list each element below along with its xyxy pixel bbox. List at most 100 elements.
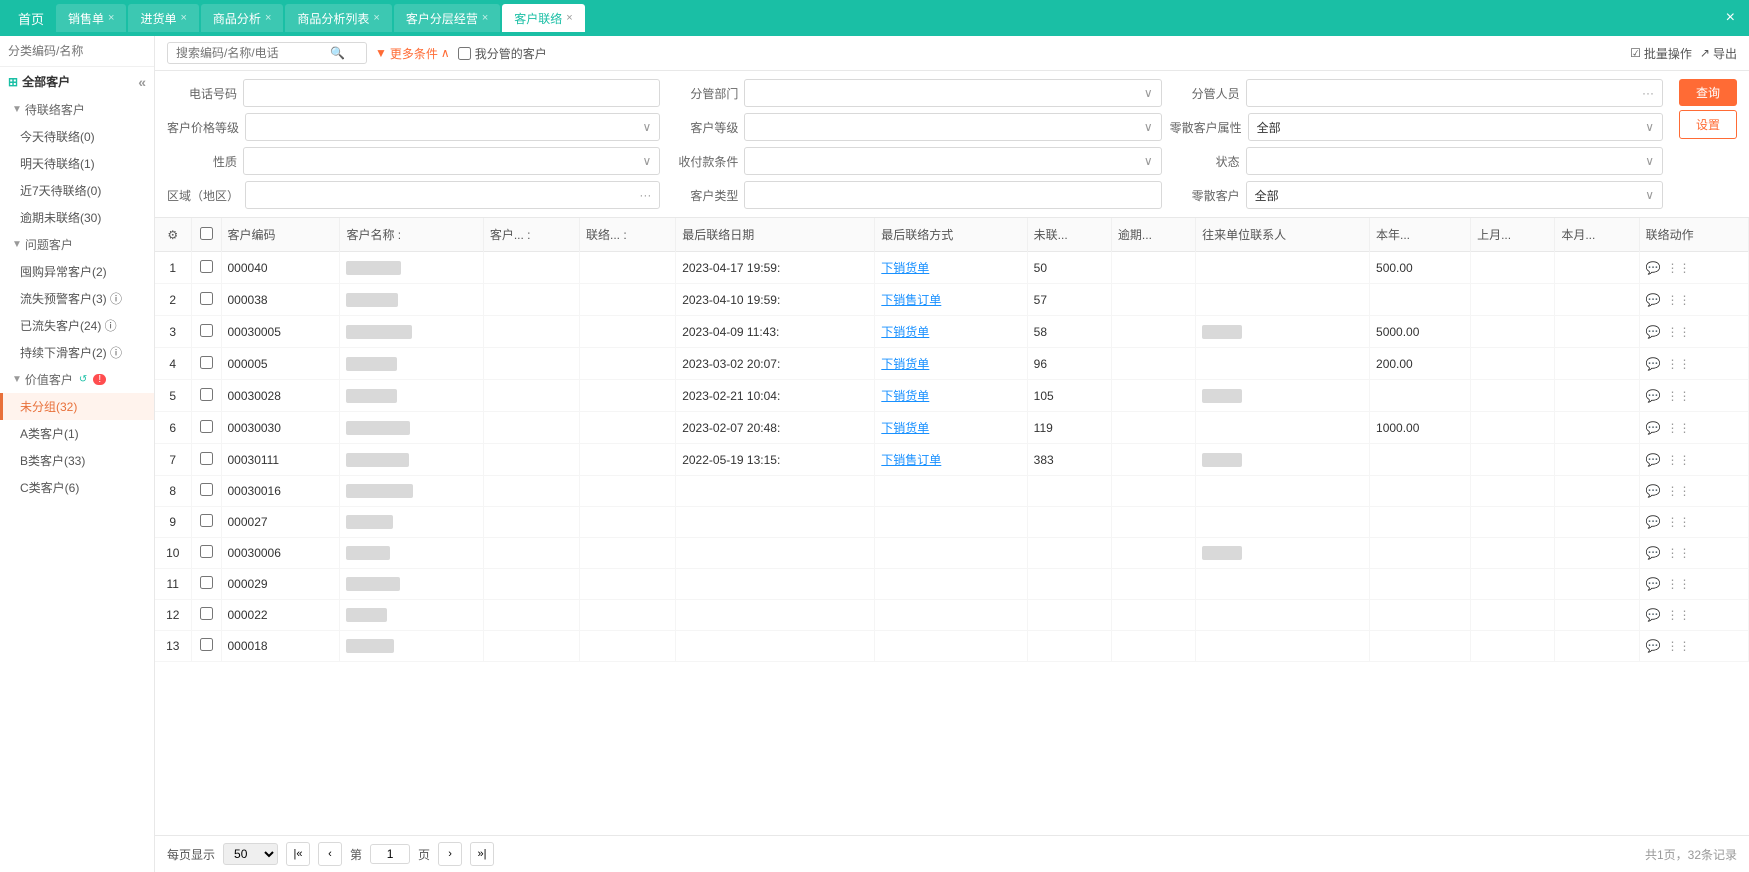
- menu-icon[interactable]: ⋮⋮: [1667, 325, 1691, 339]
- row-checkbox[interactable]: [200, 514, 213, 527]
- cell-check[interactable]: [191, 284, 221, 316]
- cell-last-type[interactable]: 下销货单: [875, 348, 1027, 380]
- menu-icon[interactable]: ⋮⋮: [1667, 421, 1691, 435]
- menu-icon[interactable]: ⋮⋮: [1667, 261, 1691, 275]
- menu-icon[interactable]: ⋮⋮: [1667, 484, 1691, 498]
- price-level-select[interactable]: ∨: [245, 113, 660, 141]
- sidebar-group-value[interactable]: ▼ 价值客户 ↺ !: [0, 366, 154, 393]
- menu-icon[interactable]: ⋮⋮: [1667, 546, 1691, 560]
- chat-icon[interactable]: 💬: [1646, 639, 1661, 653]
- dept-select[interactable]: ∨: [744, 79, 1161, 107]
- cell-last-type[interactable]: [875, 538, 1027, 569]
- next-page-btn[interactable]: ›: [438, 842, 462, 866]
- row-checkbox[interactable]: [200, 292, 213, 305]
- sidebar-group-pending[interactable]: ▼ 待联络客户: [0, 96, 154, 123]
- chat-icon[interactable]: 💬: [1646, 389, 1661, 403]
- chat-icon[interactable]: 💬: [1646, 577, 1661, 591]
- cell-check[interactable]: [191, 631, 221, 662]
- cell-check[interactable]: [191, 412, 221, 444]
- all-customers-header[interactable]: ⊞ 全部客户 «: [0, 67, 154, 96]
- chat-icon[interactable]: 💬: [1646, 293, 1661, 307]
- cell-check[interactable]: [191, 538, 221, 569]
- sidebar-item-a-class[interactable]: A类客户(1): [0, 420, 154, 447]
- cell-last-type[interactable]: 下销货单: [875, 380, 1027, 412]
- last-type-link[interactable]: 下销货单: [881, 389, 929, 403]
- close-purchase-icon[interactable]: ×: [180, 12, 186, 24]
- person-select[interactable]: ···: [1246, 79, 1663, 107]
- menu-icon[interactable]: ⋮⋮: [1667, 357, 1691, 371]
- close-customer-layer-icon[interactable]: ×: [482, 12, 488, 24]
- status-select[interactable]: ∨: [1246, 147, 1663, 175]
- batch-op-btn[interactable]: ☑ 批量操作: [1630, 45, 1692, 62]
- row-checkbox[interactable]: [200, 388, 213, 401]
- sidebar-item-c-class[interactable]: C类客户(6): [0, 474, 154, 501]
- cell-last-type[interactable]: 下销售订单: [875, 444, 1027, 476]
- row-checkbox[interactable]: [200, 545, 213, 558]
- sidebar-item-churned[interactable]: 已流失客户(24) ⓘ: [0, 312, 154, 339]
- prev-page-btn[interactable]: ‹: [318, 842, 342, 866]
- last-type-link[interactable]: 下销货单: [881, 357, 929, 371]
- customer-level-select[interactable]: ∨: [744, 113, 1161, 141]
- reset-button[interactable]: 设置: [1679, 110, 1737, 139]
- row-checkbox[interactable]: [200, 483, 213, 496]
- close-analysis-icon[interactable]: ×: [265, 12, 271, 24]
- menu-icon[interactable]: ⋮⋮: [1667, 389, 1691, 403]
- sidebar-item-b-class[interactable]: B类客户(33): [0, 447, 154, 474]
- cell-last-type[interactable]: 下销货单: [875, 316, 1027, 348]
- first-page-btn[interactable]: |«: [286, 842, 310, 866]
- cell-last-type[interactable]: 下销货单: [875, 412, 1027, 444]
- nav-tab-analysis[interactable]: 商品分析 ×: [201, 4, 283, 32]
- retail-attr-select[interactable]: 全部 ∨: [1248, 113, 1663, 141]
- search-icon[interactable]: 🔍: [330, 46, 345, 60]
- sidebar-group-problem[interactable]: ▼ 问题客户: [0, 231, 154, 258]
- chat-icon[interactable]: 💬: [1646, 421, 1661, 435]
- main-search-input[interactable]: [176, 46, 326, 60]
- cell-check[interactable]: [191, 348, 221, 380]
- nav-tab-analysis-list[interactable]: 商品分析列表 ×: [285, 4, 391, 32]
- last-type-link[interactable]: 下销货单: [881, 421, 929, 435]
- menu-icon[interactable]: ⋮⋮: [1667, 608, 1691, 622]
- nav-tab-sales[interactable]: 销售单 ×: [56, 4, 126, 32]
- row-checkbox[interactable]: [200, 576, 213, 589]
- cell-last-type[interactable]: [875, 569, 1027, 600]
- collapse-icon[interactable]: «: [138, 74, 146, 90]
- sidebar-search-input[interactable]: [8, 44, 155, 58]
- cell-last-type[interactable]: [875, 600, 1027, 631]
- cell-last-type[interactable]: 下销售订单: [875, 284, 1027, 316]
- cell-last-type[interactable]: [875, 631, 1027, 662]
- cell-check[interactable]: [191, 600, 221, 631]
- nav-tab-customer-layer[interactable]: 客户分层经营 ×: [394, 4, 500, 32]
- chat-icon[interactable]: 💬: [1646, 261, 1661, 275]
- sidebar-item-7days[interactable]: 近7天待联络(0): [0, 177, 154, 204]
- chat-icon[interactable]: 💬: [1646, 608, 1661, 622]
- retail-customer-select[interactable]: 全部 ∨: [1246, 181, 1663, 209]
- per-page-select[interactable]: 50 20 100: [223, 843, 278, 865]
- chat-icon[interactable]: 💬: [1646, 484, 1661, 498]
- sidebar-item-declining[interactable]: 持续下滑客户(2) ⓘ: [0, 339, 154, 366]
- row-checkbox[interactable]: [200, 420, 213, 433]
- last-page-btn[interactable]: »|: [470, 842, 494, 866]
- menu-icon[interactable]: ⋮⋮: [1667, 453, 1691, 467]
- row-checkbox[interactable]: [200, 356, 213, 369]
- page-input[interactable]: [370, 844, 410, 864]
- cell-check[interactable]: [191, 380, 221, 412]
- my-customers-checkbox-label[interactable]: 我分管的客户: [458, 45, 547, 62]
- close-analysis-list-icon[interactable]: ×: [373, 12, 379, 24]
- cell-last-type[interactable]: 下销货单: [875, 252, 1027, 284]
- cell-check[interactable]: [191, 316, 221, 348]
- chat-icon[interactable]: 💬: [1646, 325, 1661, 339]
- payment-select[interactable]: ∨: [744, 147, 1161, 175]
- cell-check[interactable]: [191, 476, 221, 507]
- sidebar-item-ungroup[interactable]: 未分组(32): [0, 393, 154, 420]
- last-type-link[interactable]: 下销货单: [881, 261, 929, 275]
- my-customers-checkbox[interactable]: [458, 47, 471, 60]
- nav-tab-customer-contact[interactable]: 客户联络 ×: [502, 4, 584, 32]
- row-checkbox[interactable]: [200, 324, 213, 337]
- sidebar-item-today[interactable]: 今天待联络(0): [0, 123, 154, 150]
- chat-icon[interactable]: 💬: [1646, 546, 1661, 560]
- row-checkbox[interactable]: [200, 638, 213, 651]
- chat-icon[interactable]: 💬: [1646, 453, 1661, 467]
- close-sales-icon[interactable]: ×: [108, 12, 114, 24]
- phone-input[interactable]: [243, 79, 660, 107]
- chat-icon[interactable]: 💬: [1646, 515, 1661, 529]
